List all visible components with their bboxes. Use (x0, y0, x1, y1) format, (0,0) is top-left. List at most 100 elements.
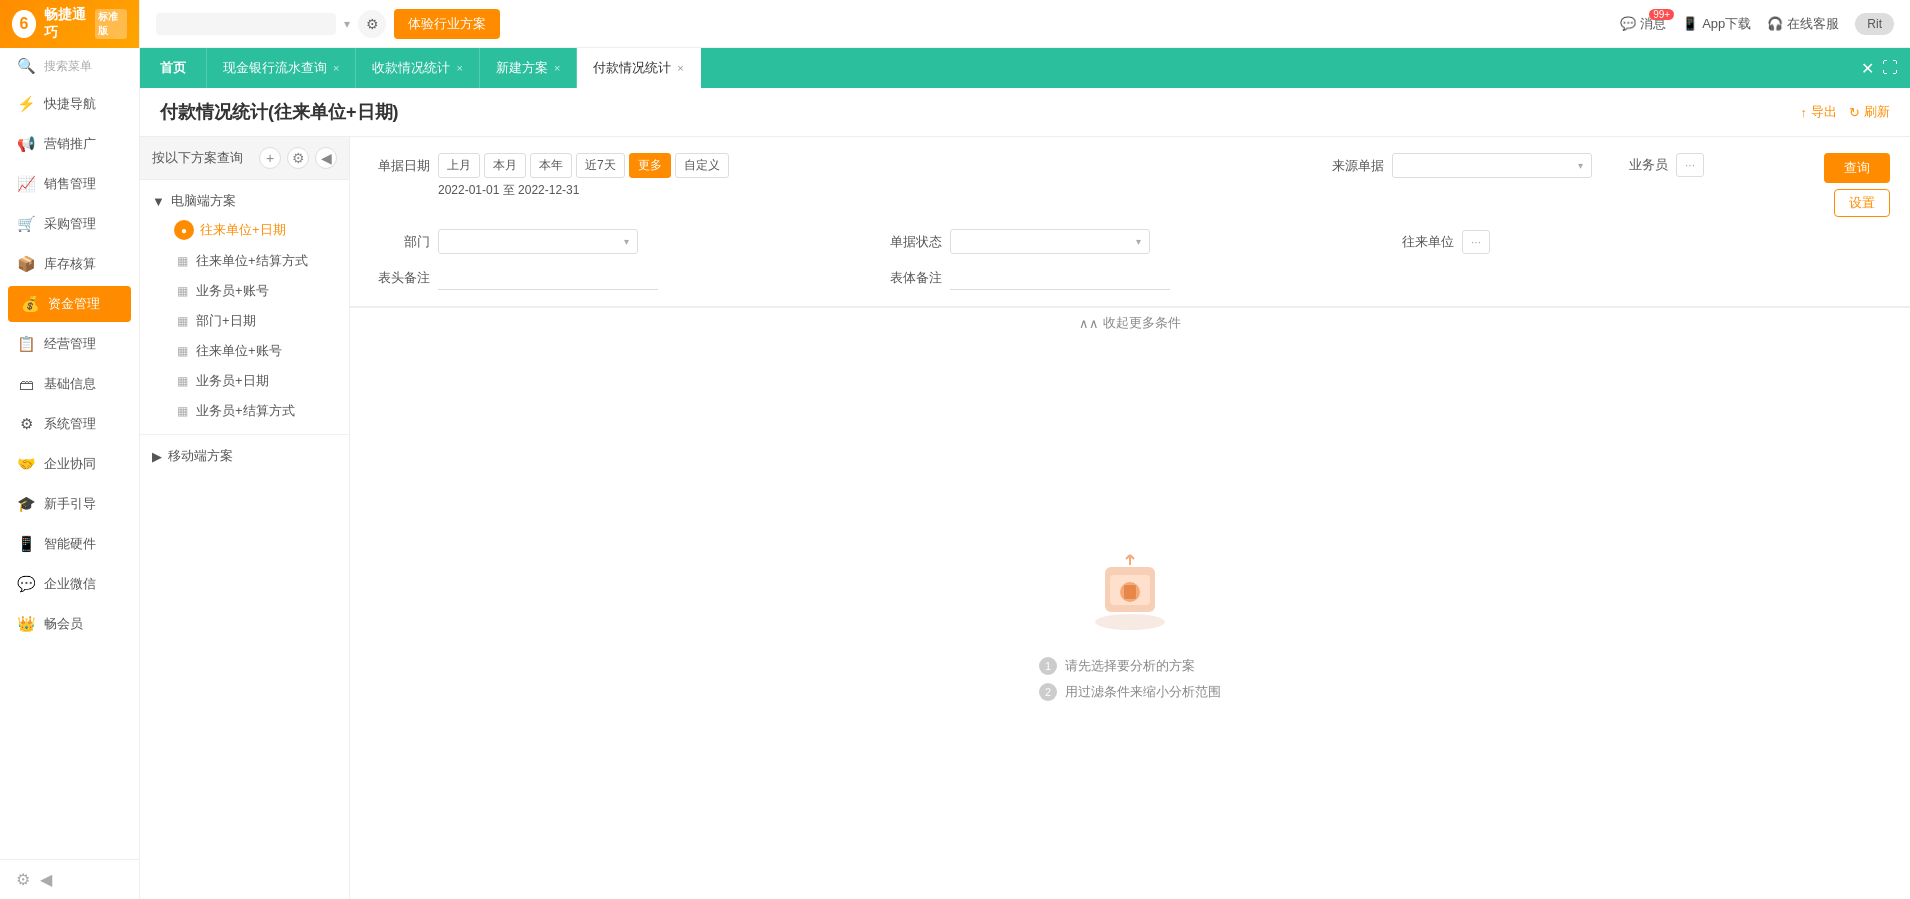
sidebar-item-purchase[interactable]: 🛒 采购管理 (0, 204, 139, 244)
collapse-more-btn[interactable]: ∧∧ 收起更多条件 (350, 307, 1910, 338)
address-bar[interactable] (156, 13, 336, 35)
query-col: 查询 设置 (1824, 153, 1890, 217)
quick-nav-icon: ⚡ (16, 94, 36, 114)
page-actions: ↑ 导出 ↻ 刷新 (1801, 103, 1891, 121)
scheme-settings-btn[interactable]: ⚙ (287, 147, 309, 169)
user-avatar[interactable]: Rit (1855, 13, 1894, 35)
source-chevron-icon: ▾ (1578, 160, 1583, 171)
sidebar-item-guide[interactable]: 🎓 新手引导 (0, 484, 139, 524)
filter-settings-btn[interactable]: 设置 (1834, 189, 1890, 217)
main-area: ▾ ⚙ 体验行业方案 💬 消息 99+ 📱 App下载 🎧 在线客服 Rit 首… (140, 0, 1910, 899)
tab-new-scheme[interactable]: 新建方案 × (480, 48, 577, 88)
message-icon: 💬 (1620, 16, 1636, 31)
app-download-btn[interactable]: 📱 App下载 (1682, 15, 1751, 33)
sidebar-item-operation[interactable]: 📋 经营管理 (0, 324, 139, 364)
sidebar-item-sales[interactable]: 📈 销售管理 (0, 164, 139, 204)
header-note-input[interactable] (438, 266, 658, 290)
panel-collapse-btn[interactable]: ◀ (315, 147, 337, 169)
tabbar: 首页 现金银行流水查询 × 收款情况统计 × 新建方案 × 付款情况统计 × ✕… (140, 48, 1910, 88)
sidebar-item-capital[interactable]: 💰 资金管理 (8, 286, 131, 322)
date-btn-more[interactable]: 更多 (629, 153, 671, 178)
scheme-item-counterpart-settle[interactable]: ▦ 往来单位+结算方式 (152, 246, 337, 276)
date-btn-last-month[interactable]: 上月 (438, 153, 480, 178)
tab-close-all-icon[interactable]: ✕ (1861, 59, 1874, 78)
add-scheme-btn[interactable]: + (259, 147, 281, 169)
sidebar-item-weixin[interactable]: 💬 企业微信 (0, 564, 139, 604)
sidebar-item-inventory[interactable]: 📦 库存核算 (0, 244, 139, 284)
scheme-grid-icon-2: ▦ (174, 283, 190, 299)
sidebar-item-system[interactable]: ⚙ 系统管理 (0, 404, 139, 444)
desktop-section-title[interactable]: ▼ 电脑端方案 (152, 188, 337, 214)
sidebar-collapse-icon[interactable]: ◀ (40, 870, 52, 889)
address-chevron-icon[interactable]: ▾ (344, 17, 350, 31)
export-icon: ↑ (1801, 105, 1808, 120)
date-range-display: 2022-01-01 至 2022-12-31 (438, 182, 729, 199)
sidebar-item-search[interactable]: 🔍 搜索菜单 (0, 48, 139, 84)
scheme-item-staff-date[interactable]: ▦ 业务员+日期 (152, 366, 337, 396)
date-btn-custom[interactable]: 自定义 (675, 153, 729, 178)
tab-payment-stat-close[interactable]: × (677, 62, 683, 74)
trial-btn[interactable]: 体验行业方案 (394, 9, 500, 39)
sidebar-item-hardware[interactable]: 📱 智能硬件 (0, 524, 139, 564)
system-icon: ⚙ (16, 414, 36, 434)
doc-status-label: 单据状态 (882, 233, 942, 251)
scheme-item-counterpart-account[interactable]: ▦ 往来单位+账号 (152, 336, 337, 366)
export-btn[interactable]: ↑ 导出 (1801, 103, 1838, 121)
query-btn[interactable]: 查询 (1824, 153, 1890, 183)
service-icon: 🎧 (1767, 16, 1783, 31)
date-btn-7days[interactable]: 近7天 (576, 153, 625, 178)
scheme-item-counterpart-date[interactable]: ● 往来单位+日期 (152, 214, 337, 246)
scheme-grid-icon-5: ▦ (174, 373, 190, 389)
sidebar-item-enterprise[interactable]: 🤝 企业协同 (0, 444, 139, 484)
tab-new-scheme-close[interactable]: × (554, 62, 560, 74)
sidebar-item-quick-nav[interactable]: ⚡ 快捷导航 (0, 84, 139, 124)
body-note-label: 表体备注 (882, 269, 942, 287)
scheme-item-staff-settle[interactable]: ▦ 业务员+结算方式 (152, 396, 337, 426)
source-select[interactable]: ▾ (1392, 153, 1592, 178)
body-note-input[interactable] (950, 266, 1170, 290)
dept-select[interactable]: ▾ (438, 229, 638, 254)
sidebar-item-marketing[interactable]: 📢 营销推广 (0, 124, 139, 164)
enterprise-icon: 🤝 (16, 454, 36, 474)
settings-gear-icon[interactable]: ⚙ (358, 10, 386, 38)
tab-payment-stats-close[interactable]: × (456, 62, 462, 74)
tab-payment-stat[interactable]: 付款情况统计 × (577, 48, 700, 88)
empty-state: 1 请先选择要分析的方案 2 用过滤条件来缩小分析范围 (350, 338, 1910, 899)
refresh-icon: ↻ (1849, 105, 1860, 120)
right-area: 单据日期 上月 本月 本年 近7天 更多 自定义 2022-01-01 至 20… (350, 137, 1910, 899)
left-panel-actions: + ⚙ ◀ (259, 147, 337, 169)
staff-ellipsis-btn[interactable]: ··· (1676, 153, 1704, 177)
scheme-item-dept-date[interactable]: ▦ 部门+日期 (152, 306, 337, 336)
doc-status-select[interactable]: ▾ (950, 229, 1150, 254)
staff-label: 业务员 (1608, 156, 1668, 174)
left-panel-header: 按以下方案查询 + ⚙ ◀ (140, 137, 349, 180)
counterpart-ellipsis-btn[interactable]: ··· (1462, 230, 1490, 254)
sidebar-settings-icon[interactable]: ⚙ (16, 870, 30, 889)
logo-icon: 6 (12, 10, 36, 38)
date-btn-this-month[interactable]: 本月 (484, 153, 526, 178)
tab-bank-close[interactable]: × (333, 62, 339, 74)
tab-bank[interactable]: 现金银行流水查询 × (207, 48, 356, 88)
empty-hints: 1 请先选择要分析的方案 2 用过滤条件来缩小分析范围 (1039, 657, 1221, 701)
hint-num-1: 1 (1039, 657, 1057, 675)
message-btn[interactable]: 💬 消息 99+ (1620, 15, 1666, 33)
scheme-item-staff-account[interactable]: ▦ 业务员+账号 (152, 276, 337, 306)
refresh-btn[interactable]: ↻ 刷新 (1849, 103, 1890, 121)
add-icon: + (266, 150, 274, 166)
page-header: 付款情况统计(往来单位+日期) ↑ 导出 ↻ 刷新 (140, 88, 1910, 137)
filter-section: 单据日期 上月 本月 本年 近7天 更多 自定义 2022-01-01 至 20… (350, 137, 1910, 307)
tab-payment-stats[interactable]: 收款情况统计 × (356, 48, 479, 88)
sidebar-item-basic[interactable]: 🗃 基础信息 (0, 364, 139, 404)
left-panel: 按以下方案查询 + ⚙ ◀ ▼ 电脑端方案 (140, 137, 350, 899)
header-note-label: 表头备注 (370, 269, 430, 287)
sidebar-item-vip[interactable]: 👑 畅会员 (0, 604, 139, 644)
date-btn-this-year[interactable]: 本年 (530, 153, 572, 178)
service-btn[interactable]: 🎧 在线客服 (1767, 15, 1839, 33)
date-label: 单据日期 (370, 157, 430, 175)
tab-home[interactable]: 首页 (140, 48, 207, 88)
purchase-icon: 🛒 (16, 214, 36, 234)
desktop-scheme-section: ▼ 电脑端方案 ● 往来单位+日期 ▦ 往来单位+结算方式 ▦ 业务员+账号 (140, 180, 349, 434)
mobile-section-title[interactable]: ▶ 移动端方案 (152, 443, 337, 469)
operation-icon: 📋 (16, 334, 36, 354)
tab-expand-icon[interactable]: ⛶ (1882, 59, 1898, 77)
